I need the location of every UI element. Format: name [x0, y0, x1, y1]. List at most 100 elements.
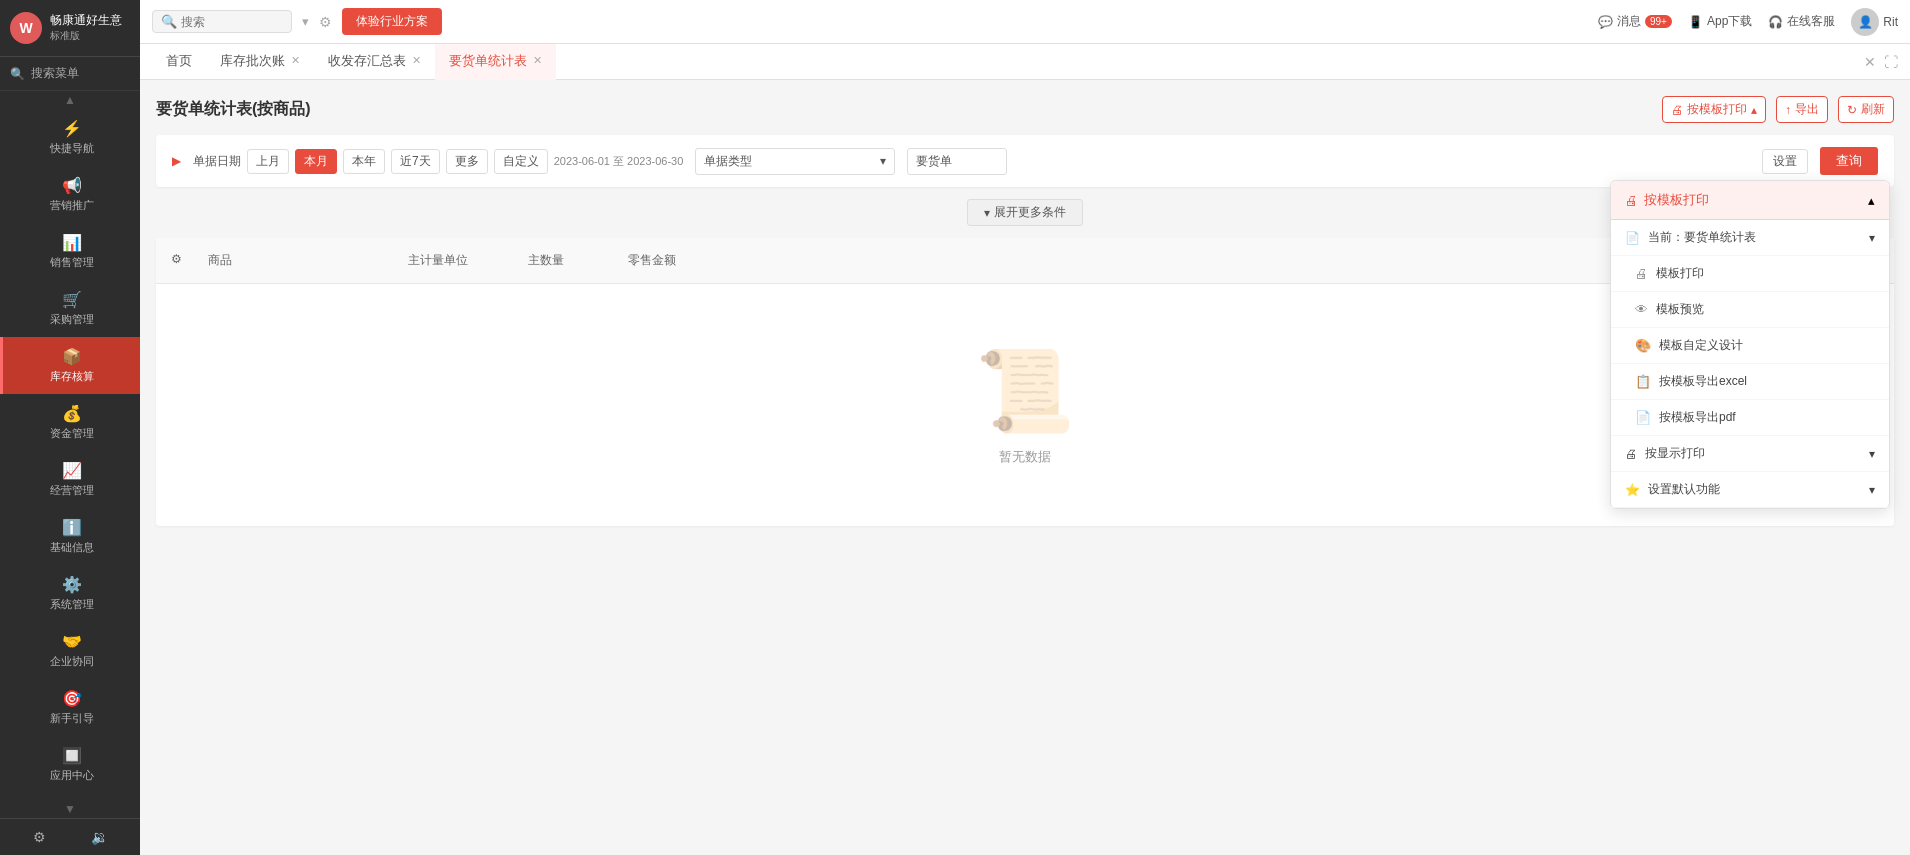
tab-receipt-summary-close[interactable]: ✕ [412, 54, 421, 67]
sidebar-item-collab[interactable]: 🤝 企业协同 [0, 622, 140, 679]
tab-inventory-batch[interactable]: 库存批次账 ✕ [206, 44, 314, 80]
refresh-btn[interactable]: ↻ 刷新 [1838, 96, 1894, 123]
date-btn-current[interactable]: 本月 [295, 149, 337, 174]
current-template-label: 当前：要货单统计表 [1648, 229, 1756, 246]
sidebar-item-operations[interactable]: 📈 经营管理 [0, 451, 140, 508]
topbar-search-input[interactable] [181, 15, 281, 29]
dropdown-header[interactable]: 🖨 按模板打印 ▴ [1611, 181, 1889, 220]
sidebar-item-label: 资金管理 [50, 426, 94, 441]
topbar-search-box[interactable]: 🔍 [152, 10, 292, 33]
page-actions: 🖨 按模板打印 ▴ ↑ 导出 ↻ 刷新 [1662, 96, 1894, 123]
print-template-label: 按模板打印 [1687, 101, 1747, 118]
dropdown-close-chevron[interactable]: ▴ [1868, 193, 1875, 208]
dropdown-display-print[interactable]: 🖨 按显示打印 ▾ [1611, 436, 1889, 472]
tab-maximize-icon[interactable]: ⛶ [1884, 54, 1898, 70]
tab-close-all-icon[interactable]: ✕ [1864, 54, 1876, 70]
sidebar-item-finance[interactable]: 💰 资金管理 [0, 394, 140, 451]
guide-icon: 🎯 [62, 689, 82, 708]
dropdown-item-template-design[interactable]: 🎨 模板自定义设计 [1611, 328, 1889, 364]
display-print-label: 按显示打印 [1645, 445, 1705, 462]
date-btn-custom[interactable]: 自定义 [494, 149, 548, 174]
user-avatar[interactable]: 👤 Rit [1851, 8, 1898, 36]
current-template-icon: 📄 [1625, 231, 1640, 245]
operations-icon: 📈 [62, 461, 82, 480]
tab-receipt-summary[interactable]: 收发存汇总表 ✕ [314, 44, 435, 80]
topbar-settings-icon[interactable]: ⚙ [319, 14, 332, 30]
filter-expand-btn[interactable]: ▶ [172, 154, 181, 168]
promo-btn[interactable]: 体验行业方案 [342, 8, 442, 35]
inventory-icon: 📦 [62, 347, 82, 366]
sidebar-item-appstore[interactable]: 🔲 应用中心 [0, 736, 140, 793]
sidebar-item-basic[interactable]: ℹ️ 基础信息 [0, 508, 140, 565]
online-service-btn[interactable]: 🎧 在线客服 [1768, 13, 1835, 30]
messages-icon: 💬 [1598, 15, 1613, 29]
chevron-up-icon: ▴ [1751, 103, 1757, 117]
sidebar-item-purchase[interactable]: 🛒 采购管理 [0, 280, 140, 337]
app-download-btn[interactable]: 📱 App下载 [1688, 13, 1752, 30]
sidebar-item-marketing[interactable]: 📢 营销推广 [0, 166, 140, 223]
logo-icon: W [10, 12, 42, 44]
expand-more-btn[interactable]: ▾ 展开更多条件 [967, 199, 1083, 226]
date-btn-prev[interactable]: 上月 [247, 149, 289, 174]
type-filter-select[interactable]: 单据类型 ▾ [695, 148, 895, 175]
sidebar-item-label: 系统管理 [50, 597, 94, 612]
sidebar-item-label: 库存核算 [50, 369, 94, 384]
dropdown-item-export-excel[interactable]: 📋 按模板导出excel [1611, 364, 1889, 400]
sidebar-item-system[interactable]: ⚙️ 系统管理 [0, 565, 140, 622]
sidebar-scroll-down[interactable]: ▼ [0, 800, 140, 818]
th-retail-amount: 零售金额 [616, 248, 736, 273]
tab-order-stats[interactable]: 要货单统计表 ✕ [435, 44, 556, 80]
dropdown-item-template-print[interactable]: 🖨 模板打印 [1611, 256, 1889, 292]
app-name: 畅康通好生意 [50, 13, 122, 29]
sidebar-item-wechat[interactable]: 💬 企业微信 [0, 793, 140, 800]
tab-inventory-batch-close[interactable]: ✕ [291, 54, 300, 67]
basic-icon: ℹ️ [62, 518, 82, 537]
export-pdf-icon: 📄 [1635, 410, 1651, 425]
sidebar-item-quick-nav[interactable]: ⚡ 快捷导航 [0, 109, 140, 166]
collab-icon: 🤝 [62, 632, 82, 651]
export-label: 导出 [1795, 101, 1819, 118]
date-btn-7days[interactable]: 近7天 [391, 149, 440, 174]
empty-text: 暂无数据 [999, 448, 1051, 466]
tab-home[interactable]: 首页 [152, 44, 206, 80]
sidebar-search[interactable]: 🔍 搜索菜单 [0, 57, 140, 91]
messages-btn[interactable]: 💬 消息 99+ [1598, 13, 1672, 30]
export-pdf-label: 按模板导出pdf [1659, 409, 1736, 426]
main-content: 🔍 ▾ ⚙ 体验行业方案 💬 消息 99+ 📱 App下载 🎧 在线客服 👤 R [140, 0, 1910, 855]
date-btn-more[interactable]: 更多 [446, 149, 488, 174]
sidebar-item-label: 基础信息 [50, 540, 94, 555]
refresh-label: 刷新 [1861, 101, 1885, 118]
tab-order-stats-close[interactable]: ✕ [533, 54, 542, 67]
template-preview-icon: 👁 [1635, 302, 1648, 317]
sidebar-sound-btn[interactable]: 🔉 [91, 829, 108, 845]
sidebar-item-guide[interactable]: 🎯 新手引导 [0, 679, 140, 736]
export-btn[interactable]: ↑ 导出 [1776, 96, 1828, 123]
expand-arrow-icon: ▶ [172, 154, 181, 168]
dropdown-title: 按模板打印 [1644, 191, 1709, 209]
sidebar-item-inventory[interactable]: 📦 库存核算 [0, 337, 140, 394]
query-btn[interactable]: 查询 [1820, 147, 1878, 175]
date-filter-label: 单据日期 [193, 153, 241, 170]
th-settings[interactable]: ⚙ [156, 248, 196, 273]
date-btn-year[interactable]: 本年 [343, 149, 385, 174]
dropdown-current-template[interactable]: 📄 当前：要货单统计表 ▾ [1611, 220, 1889, 256]
topbar-dropdown-icon[interactable]: ▾ [302, 14, 309, 29]
dropdown-set-default[interactable]: ⭐ 设置默认功能 ▾ [1611, 472, 1889, 508]
finance-icon: 💰 [62, 404, 82, 423]
sidebar-settings-btn[interactable]: ⚙ [33, 829, 46, 845]
topbar-search-icon: 🔍 [161, 14, 177, 29]
service-icon: 🎧 [1768, 15, 1783, 29]
order-status-filter[interactable]: 要货单 [907, 148, 1007, 175]
online-service-label: 在线客服 [1787, 13, 1835, 30]
settings-btn[interactable]: 设置 [1762, 149, 1808, 174]
quick-nav-icon: ⚡ [62, 119, 82, 138]
dropdown-group-left: 📄 当前：要货单统计表 [1625, 229, 1756, 246]
dropdown-item-export-pdf[interactable]: 📄 按模板导出pdf [1611, 400, 1889, 436]
print-template-dropdown: 🖨 按模板打印 ▴ 📄 当前：要货单统计表 ▾ 🖨 模板打印 👁 模板预览 [1610, 180, 1890, 509]
sidebar-item-sales[interactable]: 📊 销售管理 [0, 223, 140, 280]
export-excel-label: 按模板导出excel [1659, 373, 1747, 390]
print-template-btn[interactable]: 🖨 按模板打印 ▴ [1662, 96, 1766, 123]
dropdown-item-template-preview[interactable]: 👁 模板预览 [1611, 292, 1889, 328]
sidebar-scroll-up[interactable]: ▲ [0, 91, 140, 109]
dropdown-header-left: 🖨 按模板打印 [1625, 191, 1709, 209]
